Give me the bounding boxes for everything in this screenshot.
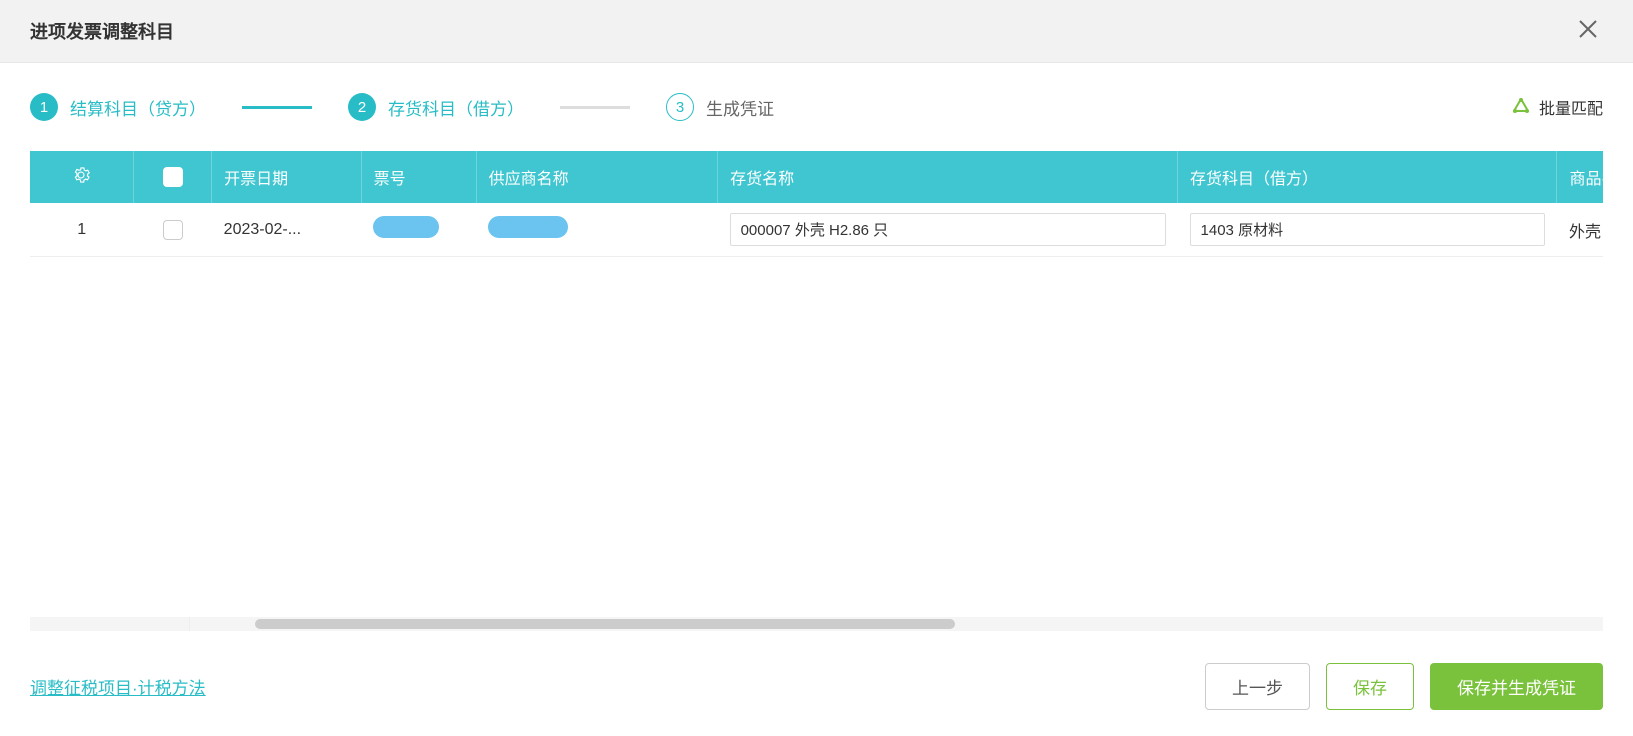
batch-match-label: 批量匹配 [1539, 95, 1603, 119]
th-inventory-subject: 存货科目（借方） [1178, 151, 1557, 203]
redacted-invoice-no [373, 216, 439, 238]
cell-index: 1 [30, 203, 133, 257]
save-generate-button[interactable]: 保存并生成凭证 [1430, 663, 1603, 710]
table-scroll[interactable]: 开票日期 票号 供应商名称 存货名称 存货科目（借方） 商品名称 1 [30, 151, 1603, 613]
th-date: 开票日期 [212, 151, 361, 203]
steps-row: 1 结算科目（贷方） 2 存货科目（借方） 3 生成凭证 批量匹配 [30, 93, 1603, 121]
modal-header: 进项发票调整科目 [0, 0, 1633, 63]
close-icon[interactable] [1573, 18, 1603, 44]
step-connector-2 [560, 106, 630, 109]
gear-icon [72, 166, 90, 184]
th-settings[interactable] [30, 151, 133, 203]
select-all-checkbox[interactable] [163, 167, 183, 187]
th-inventory-name: 存货名称 [718, 151, 1178, 203]
step-number-3: 3 [666, 93, 694, 121]
th-invoice-no: 票号 [361, 151, 476, 203]
cell-inventory-subject [1178, 203, 1557, 257]
step-label-1: 结算科目（贷方） [70, 95, 206, 120]
footer-buttons: 上一步 保存 保存并生成凭证 [1205, 663, 1603, 710]
modal-body: 1 结算科目（贷方） 2 存货科目（借方） 3 生成凭证 批量匹配 [0, 63, 1633, 641]
th-supplier: 供应商名称 [476, 151, 717, 203]
batch-match-icon [1511, 97, 1531, 117]
step-number-2: 2 [348, 93, 376, 121]
cell-inventory-name [718, 203, 1178, 257]
inventory-name-input[interactable] [730, 213, 1166, 246]
invoice-table: 开票日期 票号 供应商名称 存货名称 存货科目（借方） 商品名称 1 [30, 151, 1603, 257]
inventory-subject-input[interactable] [1190, 213, 1545, 246]
scrollbar-fixed-gap [30, 617, 190, 631]
th-checkbox [133, 151, 211, 203]
cell-supplier [476, 203, 717, 257]
table-container: 开票日期 票号 供应商名称 存货名称 存货科目（借方） 商品名称 1 [30, 151, 1603, 631]
horizontal-scrollbar[interactable] [30, 617, 1603, 631]
wizard-steps: 1 结算科目（贷方） 2 存货科目（借方） 3 生成凭证 [30, 93, 774, 121]
step-generate-voucher[interactable]: 3 生成凭证 [666, 93, 774, 121]
step-label-3: 生成凭证 [706, 95, 774, 120]
step-inventory-subject[interactable]: 2 存货科目（借方） [348, 93, 524, 121]
step-number-1: 1 [30, 93, 58, 121]
cell-date: 2023-02-... [212, 203, 361, 257]
batch-match-button[interactable]: 批量匹配 [1511, 95, 1603, 119]
modal-title: 进项发票调整科目 [30, 18, 174, 44]
step-settlement-subject[interactable]: 1 结算科目（贷方） [30, 93, 206, 121]
scrollbar-thumb[interactable] [255, 619, 955, 629]
save-button[interactable]: 保存 [1326, 663, 1414, 710]
table-row: 1 2023-02-... [30, 203, 1603, 257]
cell-invoice-no [361, 203, 476, 257]
row-checkbox[interactable] [163, 220, 183, 240]
step-label-2: 存货科目（借方） [388, 95, 524, 120]
adjust-tax-method-link[interactable]: 调整征税项目·计税方法 [30, 674, 206, 699]
redacted-supplier [488, 216, 568, 238]
th-product-name: 商品名称 [1557, 151, 1603, 203]
cell-product-name: 外壳 [1557, 203, 1603, 257]
modal-adjust-input-invoice-subject: 进项发票调整科目 1 结算科目（贷方） 2 存货科目（借方） 3 生成凭证 [0, 0, 1633, 736]
cell-checkbox [133, 203, 211, 257]
prev-button[interactable]: 上一步 [1205, 663, 1310, 710]
step-connector-1 [242, 106, 312, 109]
modal-footer: 调整征税项目·计税方法 上一步 保存 保存并生成凭证 [0, 641, 1633, 736]
